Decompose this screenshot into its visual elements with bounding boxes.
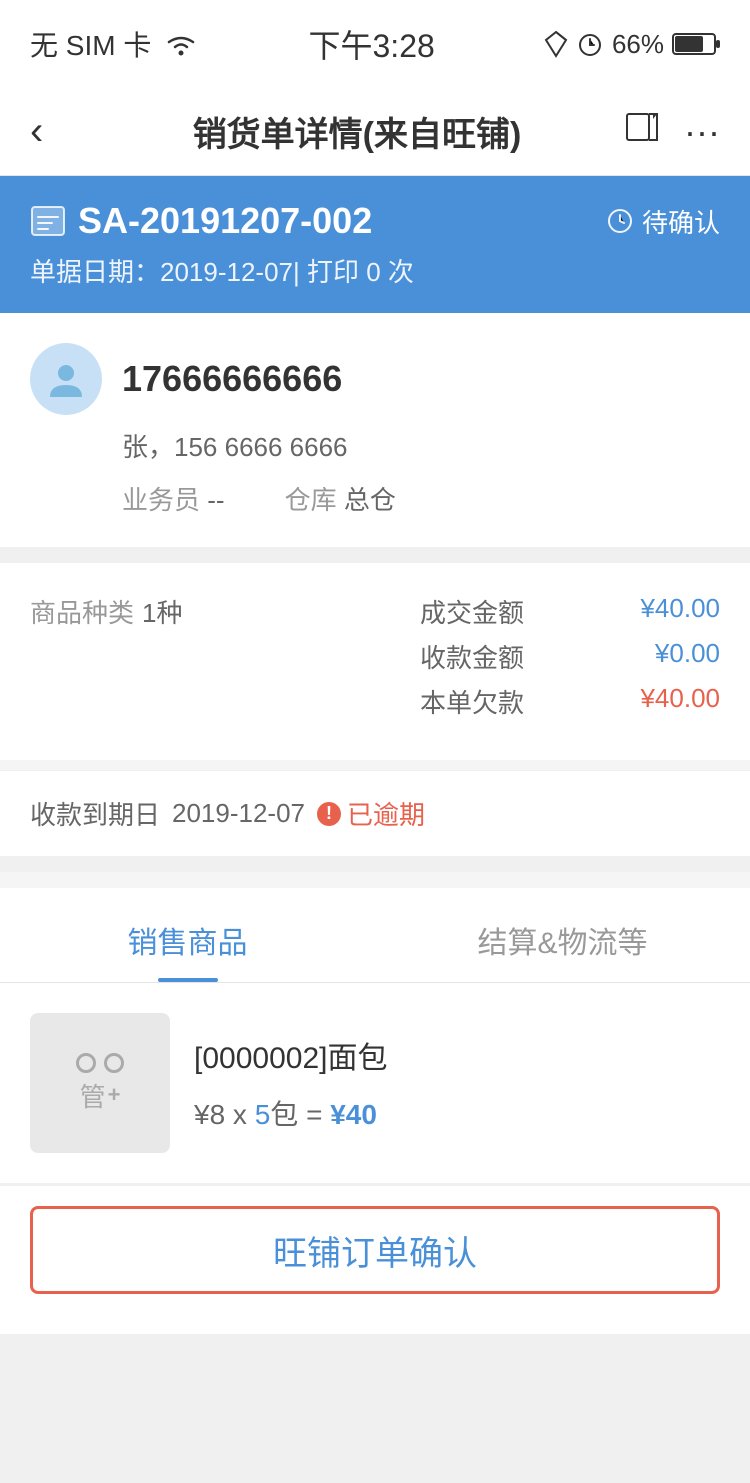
equals-sign: = [298, 1099, 330, 1130]
overdue-badge: ! 已逾期 [317, 795, 425, 832]
customer-meta: 业务员 -- 仓库 总仓 [122, 480, 720, 517]
product-unit: 包 [270, 1099, 298, 1130]
owed-amount: ¥40.00 [640, 683, 720, 720]
logo-eye-right [104, 1053, 124, 1073]
order-id: SA-20191207-002 [78, 200, 372, 242]
category-row: 商品种类 1种 [30, 593, 182, 630]
avatar [30, 343, 102, 415]
category-label: 商品种类 [30, 593, 134, 630]
overdue-text: 已逾期 [347, 795, 425, 832]
transaction-amount: ¥40.00 [640, 593, 720, 630]
customer-phone: 17666666666 [122, 358, 342, 400]
received-amount: ¥0.00 [655, 638, 720, 675]
product-qty: 5 [255, 1099, 271, 1130]
order-banner: SA-20191207-002 待确认 单据日期：2019-12-07| 打印 … [0, 176, 750, 313]
share-button[interactable] [624, 109, 660, 154]
tab-sales-products[interactable]: 销售商品 [0, 888, 375, 982]
status-time: 下午3:28 [309, 21, 435, 67]
product-item: 管 + [0000002]面包 ¥8 x 5包 = ¥40 [30, 1013, 720, 1153]
battery-icon [672, 31, 720, 57]
product-section: 管 + [0000002]面包 ¥8 x 5包 = ¥40 [0, 983, 750, 1183]
owed-label: 本单欠款 [420, 683, 524, 720]
order-icon [30, 203, 66, 239]
due-label: 收款到期日 [30, 795, 160, 832]
overdue-icon: ! [317, 802, 341, 826]
product-info: [0000002]面包 ¥8 x 5包 = ¥40 [194, 1033, 720, 1133]
nav-bar: ‹ 销货单详情(来自旺铺) ··· [0, 88, 750, 176]
carrier-label: 无 SIM 卡 [30, 24, 151, 64]
summary-card: 商品种类 1种 成交金额 ¥40.00 收款金额 ¥0.00 本单欠款 ¥40.… [0, 563, 750, 760]
page-title: 销货单详情(来自旺铺) [193, 107, 522, 156]
salesman-value: -- [207, 485, 224, 515]
due-date-row: 收款到期日 2019-12-07 ! 已逾期 [0, 770, 750, 856]
category-value: 1种 [142, 593, 182, 630]
bottom-bar: 旺铺订单确认 [0, 1186, 750, 1334]
back-button[interactable]: ‹ [30, 109, 90, 154]
price-formula: ¥8 x [194, 1099, 255, 1130]
status-right: 66% [544, 29, 720, 60]
customer-card: 17666666666 张，156 6666 6666 业务员 -- 仓库 总仓 [0, 313, 750, 547]
location-icon [544, 30, 568, 58]
product-price: ¥8 x 5包 = ¥40 [194, 1093, 720, 1133]
product-logo: 管 + [76, 1053, 124, 1114]
logo-plus-icon: + [108, 1082, 121, 1108]
tab-settlement-logistics[interactable]: 结算&物流等 [375, 888, 750, 982]
divider-1 [0, 547, 750, 563]
battery-percent: 66% [612, 29, 664, 60]
transaction-label: 成交金额 [420, 593, 524, 630]
product-name: [0000002]面包 [194, 1033, 720, 1077]
order-date: 单据日期：2019-12-07| 打印 0 次 [30, 252, 720, 289]
more-button[interactable]: ··· [684, 111, 720, 153]
order-status: 待确认 [606, 203, 720, 240]
product-total: ¥40 [330, 1099, 377, 1130]
alarm-icon [576, 30, 604, 58]
order-status-label: 待确认 [642, 203, 720, 240]
tabs-container: 销售商品 结算&物流等 [0, 888, 750, 983]
logo-eye-left [76, 1053, 96, 1073]
due-date: 2019-12-07 [172, 798, 305, 829]
warehouse-label: 仓库 [285, 485, 337, 515]
product-image: 管 + [30, 1013, 170, 1153]
received-label: 收款金额 [420, 638, 524, 675]
clock-icon [606, 207, 634, 235]
divider-2 [0, 856, 750, 872]
nav-actions: ··· [624, 109, 720, 154]
customer-name: 张，156 6666 6666 [122, 427, 720, 464]
status-bar: 无 SIM 卡 下午3:28 66% [0, 0, 750, 88]
amounts-block: 成交金额 ¥40.00 收款金额 ¥0.00 本单欠款 ¥40.00 [420, 593, 720, 720]
salesman-label: 业务员 [122, 485, 200, 515]
wifi-icon [163, 30, 199, 58]
confirm-order-button[interactable]: 旺铺订单确认 [30, 1206, 720, 1294]
status-left: 无 SIM 卡 [30, 24, 199, 64]
warehouse-value: 总仓 [344, 485, 396, 515]
